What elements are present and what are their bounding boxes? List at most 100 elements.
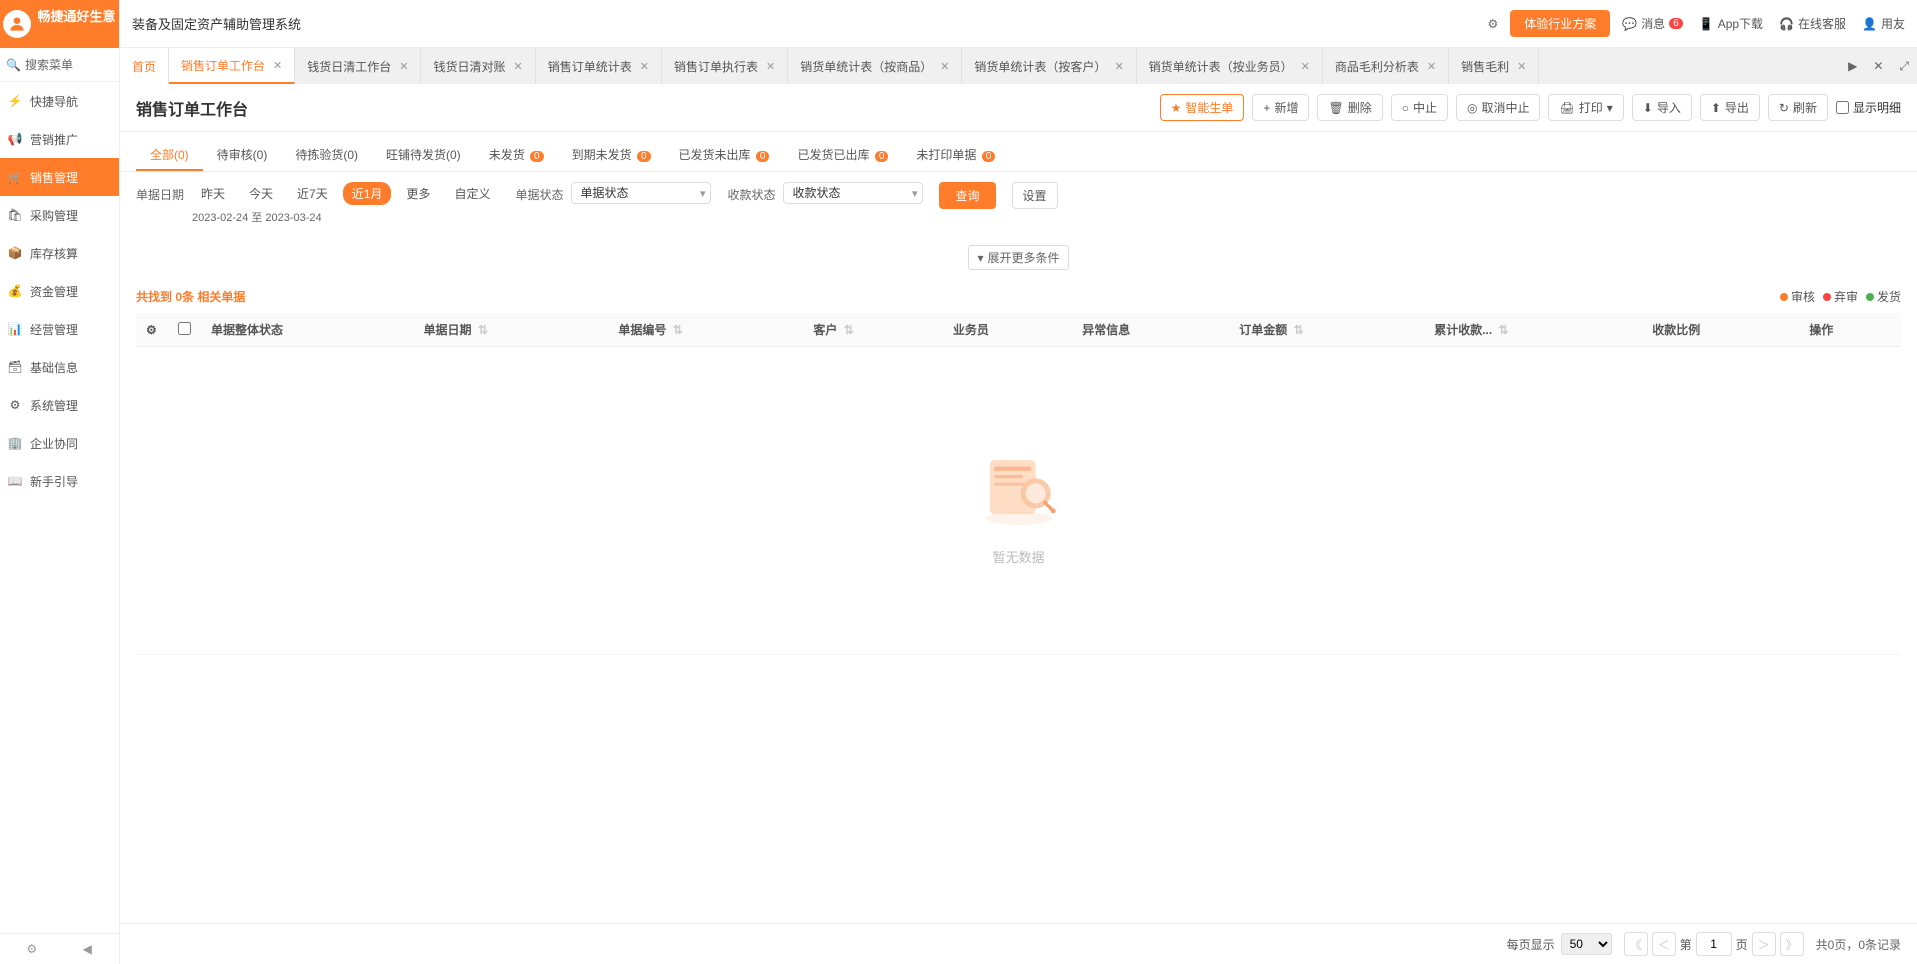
- subtab-shipped-out[interactable]: 已发货已出库 0: [783, 140, 902, 171]
- sidebar-item-quick[interactable]: ⚡ 快捷导航: [0, 82, 119, 120]
- sidebar-collapse-btn[interactable]: ◀: [64, 942, 112, 956]
- print-btn[interactable]: 🖨 打印 ▾: [1548, 94, 1623, 121]
- prev-page-btn[interactable]: ＜: [1652, 932, 1676, 956]
- export-btn[interactable]: ⬆ 导出: [1700, 94, 1760, 121]
- grid-icon: ⚡: [6, 92, 24, 110]
- collect-select[interactable]: 收款状态: [783, 182, 923, 204]
- tab-sale-stats-product[interactable]: 销货单统计表（按商品） ✕: [788, 48, 962, 84]
- tab-sale-stats-staff[interactable]: 销货单统计表（按业务员） ✕: [1137, 48, 1323, 84]
- show-detail-checkbox[interactable]: [1836, 101, 1849, 114]
- cancel-stop-btn[interactable]: ◎ 取消中止: [1456, 94, 1541, 121]
- select-all-checkbox[interactable]: [178, 322, 191, 335]
- topbar-user[interactable]: 👤 用友: [1862, 15, 1905, 32]
- tabbar: 首页 销售订单工作台 ✕ 钱货日清工作台 ✕ 钱货日清对账 ✕ 销售订单统计表 …: [120, 48, 1917, 84]
- tab-close-all[interactable]: ✕: [1865, 48, 1891, 84]
- sidebar-item-inventory[interactable]: 📦 库存核算: [0, 234, 119, 272]
- subtab-not-shipped[interactable]: 未发货 0: [475, 140, 558, 171]
- tab-maximize[interactable]: ⤢: [1891, 48, 1917, 84]
- tab-close-order-stats[interactable]: ✕: [640, 60, 649, 73]
- table-head: ⚙ 单据整体状态 单据日期 ⇅ 单据编号 ⇅: [136, 313, 1901, 347]
- tab-order-stats[interactable]: 销售订单统计表 ✕: [536, 48, 662, 84]
- topbar-settings-btn[interactable]: ⚙: [1487, 17, 1498, 31]
- shipped-not-out-badge: 0: [756, 151, 770, 162]
- sort-customer-icon[interactable]: ⇅: [844, 323, 854, 337]
- date-btn-custom[interactable]: 自定义: [445, 182, 499, 205]
- tab-daily-reconcile[interactable]: 钱货日清对账 ✕: [421, 48, 535, 84]
- sidebar-item-guide[interactable]: 📖 新手引导: [0, 462, 119, 500]
- sidebar-item-enterprise[interactable]: 🏢 企业协同: [0, 424, 119, 462]
- date-btn-more[interactable]: 更多: [397, 182, 439, 205]
- show-detail-checkbox-label[interactable]: 显示明细: [1836, 99, 1901, 116]
- settings-icon: ⚙: [6, 396, 24, 414]
- topbar-app[interactable]: 📱 App下载: [1699, 15, 1763, 32]
- exp-btn[interactable]: 体验行业方案: [1510, 10, 1610, 37]
- next-page-btn[interactable]: ＞: [1752, 932, 1776, 956]
- tab-sales-order[interactable]: 销售订单工作台 ✕: [169, 48, 295, 84]
- sort-collected-icon[interactable]: ⇅: [1499, 323, 1509, 337]
- tab-close-order-exec[interactable]: ✕: [766, 60, 775, 73]
- subtab-not-printed[interactable]: 未打印单据 0: [902, 140, 1009, 171]
- quick-reject-btn[interactable]: 弃审: [1823, 288, 1858, 305]
- subtab-all[interactable]: 全部(0): [136, 140, 203, 171]
- stop-btn[interactable]: ○ 中止: [1391, 94, 1448, 121]
- page-input[interactable]: [1696, 932, 1732, 956]
- sidebar-item-finance[interactable]: 💰 资金管理: [0, 272, 119, 310]
- sidebar-item-sales[interactable]: 🛒 销售管理: [0, 158, 119, 196]
- sidebar-item-basic[interactable]: 🗃 基础信息: [0, 348, 119, 386]
- subtab-shipped-not-out[interactable]: 已发货未出库 0: [665, 140, 784, 171]
- sidebar-settings-btn[interactable]: ⚙: [8, 942, 56, 956]
- table-count: 共找到 0条 相关单据: [136, 288, 245, 305]
- tab-order-exec[interactable]: 销售订单执行表 ✕: [662, 48, 788, 84]
- date-btn-month[interactable]: 近1月: [343, 182, 392, 205]
- smart-gen-btn[interactable]: ★ 智能生单: [1160, 94, 1245, 121]
- sidebar-item-operation[interactable]: 📊 经营管理: [0, 310, 119, 348]
- tab-scroll-right[interactable]: ▶: [1840, 48, 1865, 84]
- filter-setting-btn[interactable]: 设置: [1012, 182, 1058, 209]
- date-btn-7days[interactable]: 近7天: [288, 182, 337, 205]
- date-btn-yesterday[interactable]: 昨天: [192, 182, 234, 205]
- query-btn[interactable]: 查询: [939, 182, 995, 209]
- subtab-expired-not-shipped[interactable]: 到期未发货 0: [558, 140, 665, 171]
- subtab-pending-inspect[interactable]: 待拣验货(0): [281, 140, 372, 171]
- th-staff: 业务员: [943, 313, 1072, 347]
- expand-more-btn[interactable]: ▾ 展开更多条件: [968, 245, 1068, 270]
- sort-date-icon[interactable]: ⇅: [478, 323, 488, 337]
- tab-close-sale-stats-staff[interactable]: ✕: [1301, 60, 1310, 73]
- tab-close-margin-analysis[interactable]: ✕: [1427, 60, 1436, 73]
- topbar-msg[interactable]: 💬 消息 6: [1622, 15, 1683, 32]
- tab-close-sale-stats-customer[interactable]: ✕: [1114, 60, 1123, 73]
- import-btn[interactable]: ⬇ 导入: [1632, 94, 1692, 121]
- per-page-select[interactable]: 50 10 20 100: [1561, 933, 1612, 955]
- sort-amount-icon[interactable]: ⇅: [1294, 323, 1304, 337]
- refresh-btn[interactable]: ↻ 刷新: [1768, 94, 1828, 121]
- first-page-btn[interactable]: 《: [1624, 932, 1648, 956]
- sidebar-item-marketing[interactable]: 📢 营销推广: [0, 120, 119, 158]
- subtab-pending-review[interactable]: 待审核(0): [203, 140, 282, 171]
- sidebar-item-search[interactable]: 🔍 搜索菜单: [0, 48, 119, 82]
- subtab-wangpu[interactable]: 旺铺待发货(0): [372, 140, 475, 171]
- filter-date-range: 2023-02-24 至 2023-03-24: [192, 209, 499, 225]
- tab-close-daily-reconcile[interactable]: ✕: [514, 60, 523, 73]
- status-select[interactable]: 单据状态: [571, 182, 711, 204]
- topbar-service[interactable]: 🎧 在线客服: [1779, 15, 1846, 32]
- sort-number-icon[interactable]: ⇅: [673, 323, 683, 337]
- delete-btn[interactable]: 🗑 删除: [1317, 94, 1382, 121]
- tab-close-daily-cash[interactable]: ✕: [399, 60, 408, 73]
- last-page-btn[interactable]: 》: [1780, 932, 1804, 956]
- date-btn-today[interactable]: 今天: [240, 182, 282, 205]
- sidebar-item-system[interactable]: ⚙ 系统管理: [0, 386, 119, 424]
- tab-close-sales-order[interactable]: ✕: [273, 59, 282, 72]
- add-btn[interactable]: + 新增: [1252, 94, 1309, 121]
- quick-deliver-btn[interactable]: 发货: [1866, 288, 1901, 305]
- deliver-dot: [1866, 293, 1874, 301]
- tab-sale-more[interactable]: 销售毛利 ✕: [1449, 48, 1539, 84]
- tab-close-sale-more[interactable]: ✕: [1517, 60, 1526, 73]
- tab-close-sale-stats-product[interactable]: ✕: [940, 60, 949, 73]
- tab-sale-stats-customer[interactable]: 销货单统计表（按客户） ✕: [962, 48, 1136, 84]
- quick-approve-btn[interactable]: 审核: [1780, 288, 1815, 305]
- tab-daily-cash[interactable]: 钱货日清工作台 ✕: [295, 48, 421, 84]
- footer-total: 共0页，0条记录: [1816, 936, 1901, 953]
- tab-home[interactable]: 首页: [120, 48, 169, 84]
- tab-margin-analysis[interactable]: 商品毛利分析表 ✕: [1323, 48, 1449, 84]
- sidebar-item-purchase[interactable]: 🛍 采购管理: [0, 196, 119, 234]
